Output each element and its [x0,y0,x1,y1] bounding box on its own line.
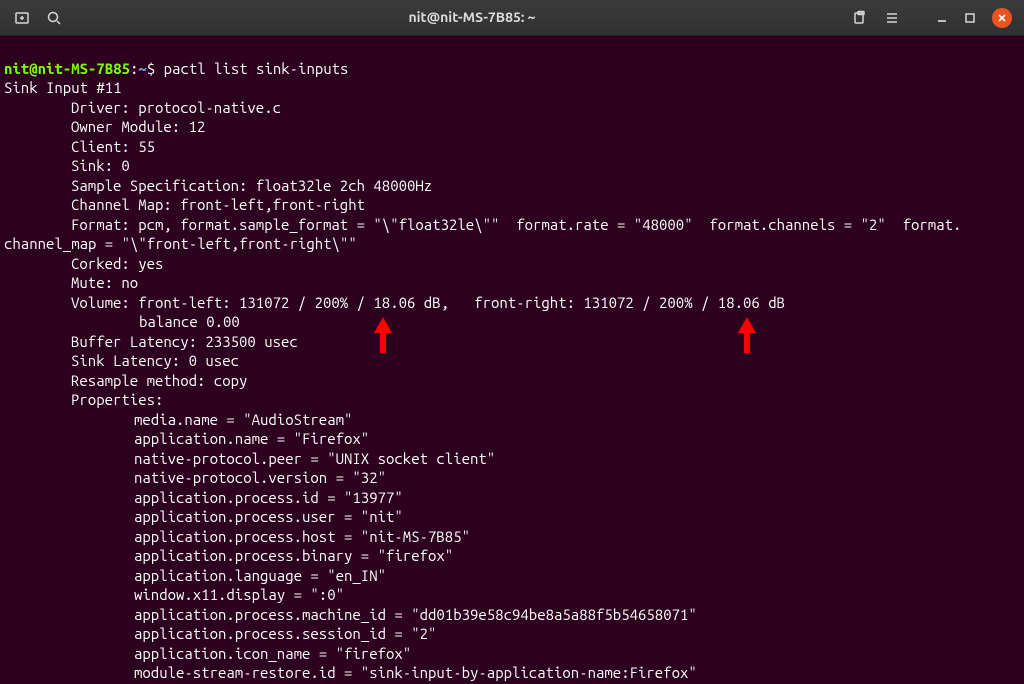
prop-lang: application.language = "en_IN" [4,566,386,586]
hamburger-menu-icon[interactable] [884,10,900,26]
out-volume: Volume: front-left: 131072 / 200% / 18.0… [4,293,785,313]
search-icon[interactable] [46,10,62,26]
out-properties: Properties: [4,390,163,410]
prop-user: application.process.user = "nit" [4,507,403,527]
prop-peer: native-protocol.peer = "UNIX socket clie… [4,449,495,469]
typed-command: pactl list sink-inputs [164,60,349,77]
prop-pid: application.process.id = "13977" [4,488,403,508]
prompt-symbol: $ [147,60,155,77]
prop-media: media.name = "AudioStream" [4,410,352,430]
out-owner: Owner Module: 12 [4,117,205,137]
out-sink: Sink: 0 [4,156,130,176]
paste-icon[interactable] [852,10,868,26]
out-sink-latency: Sink Latency: 0 usec [4,351,239,371]
maximize-button[interactable] [964,12,976,24]
out-header: Sink Input #11 [4,79,122,96]
prop-mach: application.process.machine_id = "dd01b3… [4,605,697,625]
prop-ver: native-protocol.version = "32" [4,468,386,488]
minimize-button[interactable] [936,12,948,24]
terminal-viewport[interactable]: nit@nit-MS-7B85:~$ pactl list sink-input… [0,36,1024,684]
out-format-b: channel_map = "\"front-left,front-right\… [4,235,357,252]
prop-disp: window.x11.display = ":0" [4,585,344,605]
out-format-a: Format: pcm, format.sample_format = "\"f… [4,215,961,235]
out-balance: balance 0.00 [4,312,240,332]
out-sample: Sample Specification: float32le 2ch 4800… [4,176,432,196]
window-title: nit@nit-MS-7B85: ~ [120,8,824,28]
close-button[interactable] [992,8,1012,28]
prop-appname: application.name = "Firefox" [4,429,369,449]
window-titlebar: nit@nit-MS-7B85: ~ [0,0,1024,36]
out-buffer-latency: Buffer Latency: 233500 usec [4,332,298,352]
prompt-line-1: nit@nit-MS-7B85:~$ pactl list sink-input… [4,60,348,77]
prop-bin: application.process.binary = "firefox" [4,546,453,566]
out-client: Client: 55 [4,137,155,157]
prop-icon: application.icon_name = "firefox" [4,644,411,664]
new-tab-icon[interactable] [14,10,30,26]
out-chmap: Channel Map: front-left,front-right [4,195,365,215]
prop-restore: module-stream-restore.id = "sink-input-b… [4,663,697,683]
out-driver: Driver: protocol-native.c [4,98,281,118]
prop-host: application.process.host = "nit-MS-7B85" [4,527,470,547]
out-corked: Corked: yes [4,254,163,274]
prompt-path: ~ [138,60,146,77]
out-mute: Mute: no [4,273,138,293]
prop-sess: application.process.session_id = "2" [4,624,436,644]
prompt-user-host: nit@nit-MS-7B85 [4,60,130,77]
out-resample: Resample method: copy [4,371,247,391]
